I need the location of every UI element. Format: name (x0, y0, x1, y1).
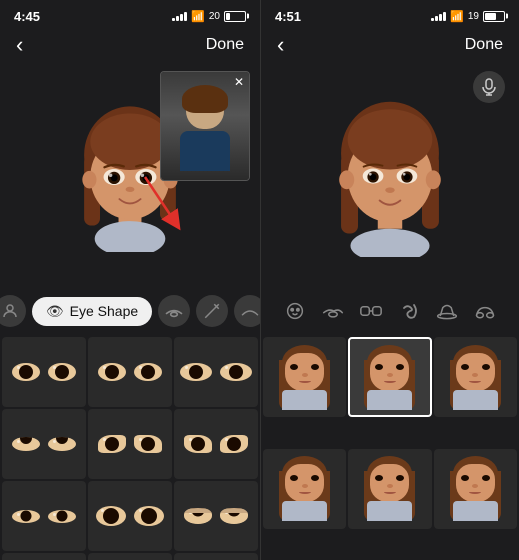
signal-icon (172, 11, 187, 21)
eye-icon: 👁 (46, 303, 64, 320)
left-status-icons: 📶 20 (172, 10, 246, 23)
wifi-icon: 📶 (191, 10, 205, 23)
eye-option-9[interactable] (174, 481, 258, 551)
eye-option-12[interactable] (174, 553, 258, 560)
person-icon-button[interactable] (0, 295, 26, 327)
accessories-icon-button[interactable] (470, 296, 500, 326)
right-battery-icon (483, 11, 505, 22)
right-panel: 4:51 📶 19 ‹ Done (260, 0, 519, 560)
face-thumb-6 (448, 456, 503, 521)
left-time: 4:45 (14, 9, 40, 24)
face-thumb-5 (362, 456, 417, 521)
mic-button[interactable] (473, 71, 505, 103)
wand-icon-button[interactable] (196, 295, 228, 327)
eye-option-6[interactable] (174, 409, 258, 479)
camera-close-button[interactable]: ✕ (234, 75, 244, 89)
eye-option-1[interactable] (2, 337, 86, 407)
left-toolbar: 👁 Eye Shape (0, 287, 260, 335)
right-wifi-icon: 📶 (450, 10, 464, 23)
eye-option-3[interactable] (174, 337, 258, 407)
left-status-bar: 4:45 📶 20 (0, 0, 260, 28)
eye-option-5[interactable] (88, 409, 172, 479)
eye-shape-grid (0, 335, 260, 560)
cam-head (186, 89, 224, 129)
face-variant-4[interactable] (263, 449, 346, 529)
cam-hair (182, 85, 228, 113)
eyebrows-icon-button[interactable] (318, 296, 348, 326)
left-done-button[interactable]: Done (206, 36, 244, 54)
battery-icon (224, 11, 246, 22)
ears-icon-button[interactable] (394, 296, 424, 326)
right-signal-icon (431, 11, 446, 21)
battery-label: 20 (209, 11, 220, 22)
right-avatar-area (261, 66, 519, 287)
left-top-nav: ‹ Done (0, 28, 260, 66)
face-thumb-1 (277, 345, 332, 410)
left-avatar-area: ✕ (0, 66, 260, 287)
camera-person (175, 81, 235, 171)
right-time: 4:51 (275, 9, 301, 24)
face-variant-5[interactable] (348, 449, 431, 529)
eyebrow-icon-button[interactable] (158, 295, 190, 327)
right-battery-label: 19 (468, 11, 479, 22)
camera-overlay: ✕ (160, 71, 250, 181)
right-done-button[interactable]: Done (465, 36, 503, 54)
eye-option-7[interactable] (2, 481, 86, 551)
right-status-icons: 📶 19 (431, 10, 505, 23)
eye-shape-pill[interactable]: 👁 Eye Shape (32, 297, 152, 326)
right-toolbar (261, 287, 519, 335)
face-variant-2-selected[interactable] (348, 337, 431, 417)
glasses-icon-button[interactable] (356, 296, 386, 326)
right-top-nav: ‹ Done (261, 28, 519, 66)
eye-option-11[interactable] (88, 553, 172, 560)
face-variant-1[interactable] (263, 337, 346, 417)
face-thumb-2 (362, 345, 417, 410)
right-back-button[interactable]: ‹ (277, 32, 284, 58)
face-thumb-3 (448, 345, 503, 410)
left-back-button[interactable]: ‹ (16, 32, 23, 58)
face-outline-icon-button[interactable] (280, 296, 310, 326)
left-panel: 4:45 📶 20 ‹ Done ✕ (0, 0, 260, 560)
eye-shape-label: Eye Shape (70, 303, 139, 319)
cam-body (180, 131, 230, 171)
face-variant-3[interactable] (434, 337, 517, 417)
face-variant-6[interactable] (434, 449, 517, 529)
eye-option-8[interactable] (88, 481, 172, 551)
face-thumb-4 (277, 456, 332, 521)
right-memoji-avatar (310, 97, 470, 257)
hat-icon-button[interactable] (432, 296, 462, 326)
right-status-bar: 4:51 📶 19 (261, 0, 519, 28)
eye-option-10[interactable] (2, 553, 86, 560)
eye-option-2[interactable] (88, 337, 172, 407)
face-variant-grid (261, 335, 519, 560)
eye-option-4[interactable] (2, 409, 86, 479)
